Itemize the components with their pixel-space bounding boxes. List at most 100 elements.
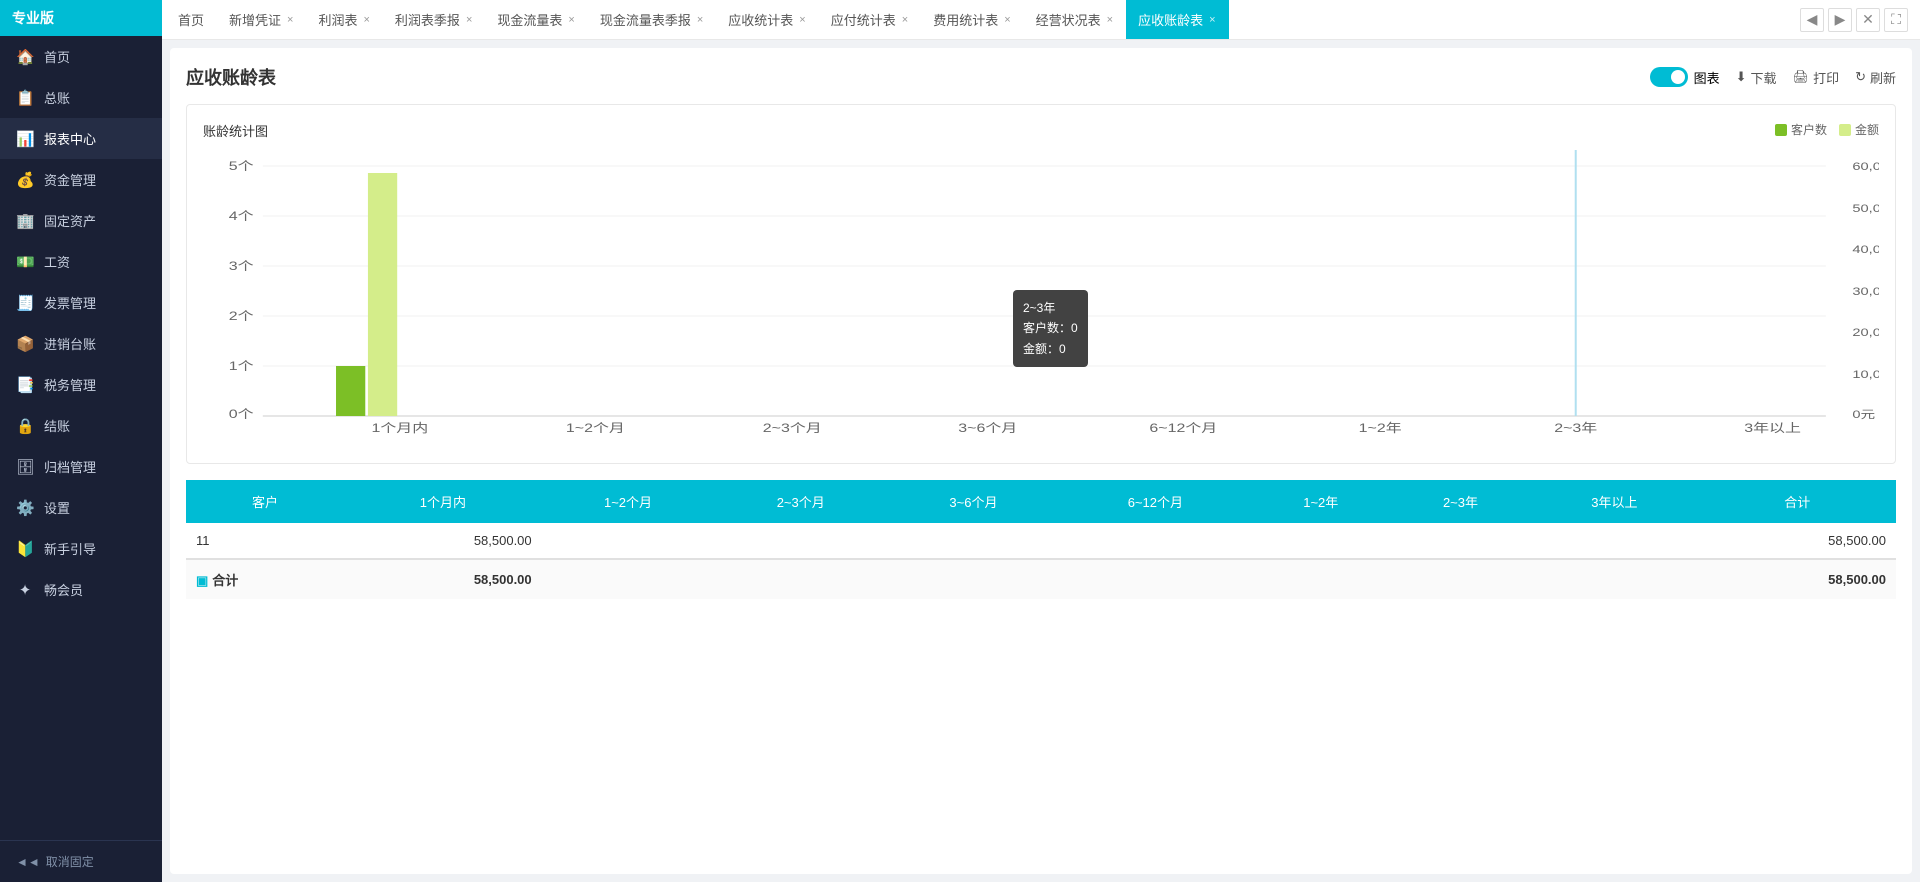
tab-next-button[interactable]: ▶ [1828,8,1852,32]
download-button[interactable]: ⬇ 下载 [1736,68,1777,87]
sidebar-item-label: 工资 [44,252,70,271]
tab-close-expense-stat[interactable]: × [1004,14,1010,26]
svg-text:2~3个月: 2~3个月 [763,421,822,435]
sidebar-item-reports[interactable]: 📊 报表中心 [0,118,162,159]
vip-icon: ✦ [16,581,34,599]
tab-cashflow[interactable]: 现金流量表 × [485,0,587,39]
sidebar-item-label: 发票管理 [44,293,96,312]
invoice-icon: 🧾 [16,294,34,312]
tab-profit[interactable]: 利润表 × [306,0,382,39]
svg-text:0元: 0元 [1852,408,1875,421]
sidebar-pin-toggle[interactable]: ◄◄ 取消固定 [0,840,162,882]
tab-expense-stat[interactable]: 费用统计表 × [921,0,1023,39]
footer-m1: 58,500.00 [344,559,542,599]
table-header: 客户 1个月内 1~2个月 2~3个月 3~6个月 6~12个月 1~2年 2~… [186,480,1896,523]
footer-m36 [887,559,1060,599]
table-header-row: 客户 1个月内 1~2个月 2~3个月 3~6个月 6~12个月 1~2年 2~… [186,480,1896,523]
cell-total: 58,500.00 [1698,523,1896,559]
print-button[interactable]: 🖨 打印 [1793,68,1840,87]
sidebar-item-settings[interactable]: ⚙️ 设置 [0,487,162,528]
svg-text:3个: 3个 [229,259,254,273]
aging-table: 客户 1个月内 1~2个月 2~3个月 3~6个月 6~12个月 1~2年 2~… [186,480,1896,599]
sidebar-item-label: 归档管理 [44,457,96,476]
reports-icon: 📊 [16,130,34,148]
tab-close-all-button[interactable]: ✕ [1856,8,1880,32]
sidebar-item-guide[interactable]: 🔰 新手引导 [0,528,162,569]
svg-text:3~6个月: 3~6个月 [958,421,1017,435]
sidebar-item-label: 畅会员 [44,580,83,599]
page-title: 应收账龄表 [186,64,276,90]
sidebar-footer-label: 取消固定 [46,853,94,870]
tab-close-profit-quarter[interactable]: × [466,14,472,26]
sidebar-item-assets[interactable]: 🏢 固定资产 [0,200,162,241]
main-area: 首页 新增凭证 × 利润表 × 利润表季报 × 现金流量表 × 现金流量表季报 … [162,0,1920,882]
funds-icon: 💰 [16,171,34,189]
footer-m12 [542,559,715,599]
cell-m612 [1060,523,1251,559]
sidebar: 专业版 🏠 首页 📋 总账 📊 报表中心 💰 资金管理 🏢 固定资产 💵 工资 … [0,0,162,882]
tab-profit-quarter[interactable]: 利润表季报 × [383,0,485,39]
sidebar-item-invoice[interactable]: 🧾 发票管理 [0,282,162,323]
tab-expand-button[interactable]: ⛶ [1884,8,1908,32]
sidebar-item-ledger[interactable]: 📋 总账 [0,77,162,118]
salary-icon: 💵 [16,253,34,271]
print-label: 打印 [1813,68,1839,87]
tab-voucher[interactable]: 新增凭证 × [217,0,306,39]
svg-text:50,000.00元: 50,000.00元 [1852,202,1879,215]
page-content: 应收账龄表 图表 ⬇ 下载 🖨 打印 ↻ 刷新 [170,48,1912,874]
sidebar-item-funds[interactable]: 💰 资金管理 [0,159,162,200]
legend-customers-label: 客户数 [1791,121,1827,138]
sidebar-item-vip[interactable]: ✦ 畅会员 [0,569,162,610]
chart-toggle[interactable] [1650,67,1688,87]
table-body: 11 58,500.00 58,500.00 [186,523,1896,559]
download-label: 下载 [1751,68,1777,87]
sidebar-item-close[interactable]: 🔒 结账 [0,405,162,446]
pin-icon: ◄◄ [16,855,40,869]
sidebar-item-label: 进销台账 [44,334,96,353]
tab-close-profit[interactable]: × [363,14,369,26]
tab-close-aging[interactable]: × [1209,14,1215,26]
sidebar-item-label: 税务管理 [44,375,96,394]
sidebar-item-tax[interactable]: 📑 税务管理 [0,364,162,405]
chart-svg: 5个 4个 3个 2个 1个 0个 60,000.00元 50,000.00元 … [203,150,1879,440]
table-footer-row: ▣合计 58,500.00 58,500.00 [186,559,1896,599]
tab-close-cashflow-quarter[interactable]: × [697,14,703,26]
cell-y3plus [1530,523,1698,559]
chart-svg-container: 5个 4个 3个 2个 1个 0个 60,000.00元 50,000.00元 … [203,150,1879,440]
footer-y3plus [1530,559,1698,599]
table-row: 11 58,500.00 58,500.00 [186,523,1896,559]
refresh-button[interactable]: ↻ 刷新 [1855,68,1896,87]
sidebar-item-home[interactable]: 🏠 首页 [0,36,162,77]
col-m12: 1~2个月 [542,480,715,523]
sidebar-item-salary[interactable]: 💵 工资 [0,241,162,282]
tab-payable-stat[interactable]: 应付统计表 × [819,0,921,39]
tab-home[interactable]: 首页 [166,0,217,39]
tabbar-controls: ◀ ▶ ✕ ⛶ [1792,8,1916,32]
tab-receivable-stat[interactable]: 应收统计表 × [716,0,818,39]
tab-close-business-stat[interactable]: × [1107,14,1113,26]
sidebar-item-purchase[interactable]: 📦 进销台账 [0,323,162,364]
footer-m23 [714,559,887,599]
tab-close-payable-stat[interactable]: × [902,14,908,26]
bar-amount-1 [368,173,397,416]
header-actions: 图表 ⬇ 下载 🖨 打印 ↻ 刷新 [1650,67,1896,87]
tab-business-stat[interactable]: 经营状况表 × [1024,0,1126,39]
tab-aging[interactable]: 应收账龄表 × [1126,0,1228,39]
cell-m1: 58,500.00 [344,523,542,559]
tab-close-cashflow[interactable]: × [568,14,574,26]
chart-area: 账龄统计图 客户数 金额 5个 4个 3个 2个 [186,104,1896,464]
chart-toggle-label: 图表 [1694,68,1720,87]
tab-prev-button[interactable]: ◀ [1800,8,1824,32]
chart-legend: 客户数 金额 [1775,121,1879,138]
svg-text:60,000.00元: 60,000.00元 [1852,160,1879,173]
legend-amount-dot [1839,124,1851,136]
col-total: 合计 [1698,480,1896,523]
sidebar-item-archive[interactable]: 🗄 归档管理 [0,446,162,487]
legend-amount: 金额 [1839,121,1879,138]
tab-close-receivable-stat[interactable]: × [799,14,805,26]
sidebar-item-label: 首页 [44,47,70,66]
col-y3plus: 3年以上 [1530,480,1698,523]
tab-cashflow-quarter[interactable]: 现金流量表季报 × [588,0,716,39]
tab-close-voucher[interactable]: × [287,14,293,26]
svg-text:5个: 5个 [229,159,254,173]
